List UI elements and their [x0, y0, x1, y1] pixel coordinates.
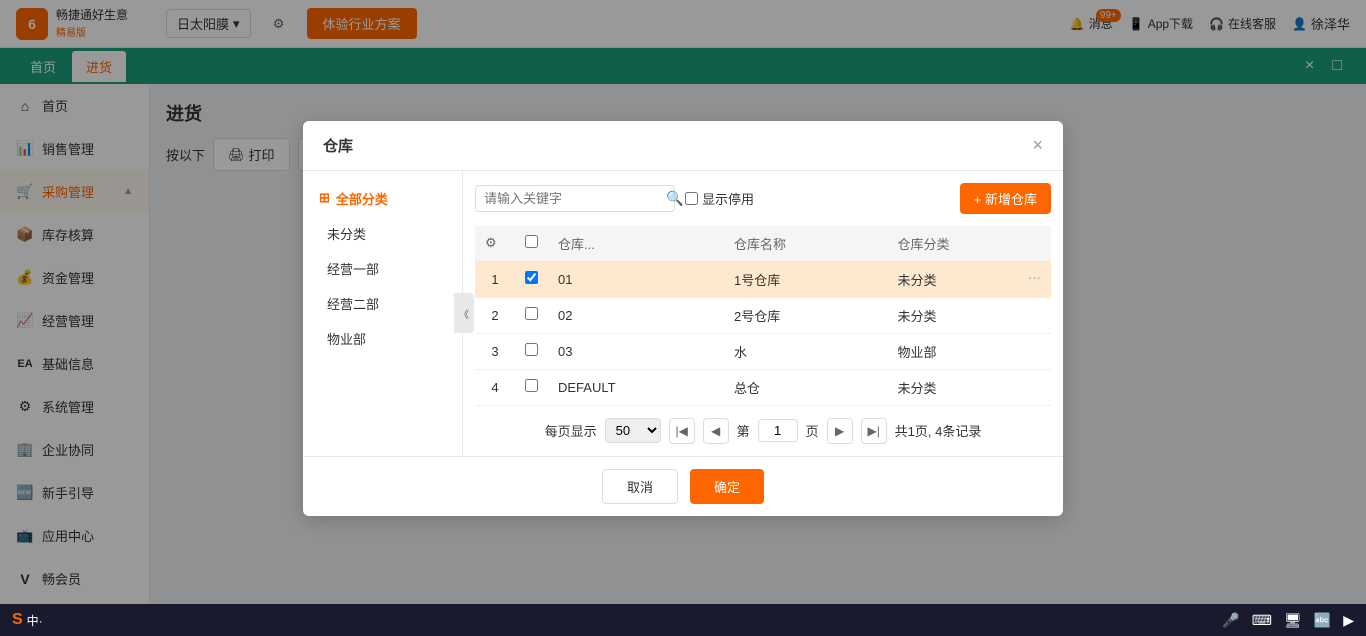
keyboard-icon[interactable]: ⌨: [1252, 612, 1272, 629]
row-category: 未分类: [888, 369, 1051, 405]
time-icon: ▶: [1343, 612, 1354, 629]
show-disabled-label[interactable]: 显示停用: [685, 189, 754, 208]
show-disabled-checkbox[interactable]: [685, 192, 698, 205]
row-code: 02: [548, 297, 724, 333]
row-actions-button[interactable]: ···: [1028, 270, 1041, 285]
row-code: DEFAULT: [548, 369, 724, 405]
search-icon[interactable]: 🔍: [666, 190, 683, 207]
table-row: 3 03 水 物业部: [475, 333, 1051, 369]
warehouse-table: ⚙ 仓库... 仓库名称 仓库: [475, 226, 1051, 406]
row-code: 03: [548, 333, 724, 369]
table-toolbar: 🔍 显示停用 + 新增仓库: [475, 183, 1051, 214]
row-checkbox-cell: [515, 261, 548, 297]
next-page-button[interactable]: ▶: [827, 418, 853, 444]
gear-col-icon[interactable]: ⚙: [485, 235, 497, 250]
category-item-property[interactable]: 物业部: [303, 321, 462, 356]
table-row: 2 02 2号仓库 未分类: [475, 297, 1051, 333]
cancel-button[interactable]: 取消: [602, 469, 678, 504]
modal-title: 仓库: [323, 135, 353, 156]
row-checkbox[interactable]: [525, 379, 538, 392]
table-row: 1 01 1号仓库 未分类 ···: [475, 261, 1051, 297]
add-warehouse-button[interactable]: + 新增仓库: [960, 183, 1051, 214]
row-checkbox-cell: [515, 297, 548, 333]
col-code: 仓库...: [548, 226, 724, 262]
col-category: 仓库分类: [888, 226, 1051, 262]
table-body: 1 01 1号仓库 未分类 ··· 2 02 2号仓库 未分类 3: [475, 261, 1051, 405]
row-number: 1: [475, 261, 515, 297]
row-number: 2: [475, 297, 515, 333]
row-checkbox-cell: [515, 369, 548, 405]
last-page-button[interactable]: ▶|: [861, 418, 887, 444]
language-icon[interactable]: 🔤: [1314, 612, 1331, 629]
all-categories-header[interactable]: ⊞ 全部分类: [303, 181, 462, 216]
category-item-ops1[interactable]: 经营一部: [303, 251, 462, 286]
first-page-button[interactable]: |◀: [669, 418, 695, 444]
row-checkbox-cell: [515, 333, 548, 369]
row-checkbox[interactable]: [525, 343, 538, 356]
search-input[interactable]: [484, 191, 660, 206]
row-category: 未分类 ···: [888, 261, 1051, 297]
table-header-row: ⚙ 仓库... 仓库名称 仓库: [475, 226, 1051, 262]
category-item-ops2[interactable]: 经营二部: [303, 286, 462, 321]
row-number: 4: [475, 369, 515, 405]
row-category: 物业部: [888, 333, 1051, 369]
modal-close-button[interactable]: ×: [1032, 135, 1043, 156]
category-item-unclassified[interactable]: 未分类: [303, 216, 462, 251]
table-panel: 🔍 显示停用 + 新增仓库 ⚙: [463, 171, 1063, 456]
select-all-checkbox[interactable]: [525, 235, 538, 248]
modal-overlay: 仓库 × ⊞ 全部分类 未分类 经营一部 经营二部 物业部 《: [0, 0, 1366, 636]
row-name: 水: [724, 333, 887, 369]
modal-header: 仓库 ×: [303, 121, 1063, 171]
row-checkbox[interactable]: [525, 271, 538, 284]
row-category: 未分类: [888, 297, 1051, 333]
warehouse-modal: 仓库 × ⊞ 全部分类 未分类 经营一部 经营二部 物业部 《: [303, 121, 1063, 516]
col-num: ⚙: [475, 226, 515, 262]
row-name: 2号仓库: [724, 297, 887, 333]
table-row: 4 DEFAULT 总仓 未分类: [475, 369, 1051, 405]
pagination: 每页显示 50 100 |◀ ◀ 第 页 ▶ ▶| 共1页, 4条记录: [475, 418, 1051, 444]
row-number: 3: [475, 333, 515, 369]
modal-body: ⊞ 全部分类 未分类 经营一部 经营二部 物业部 《 🔍: [303, 171, 1063, 456]
monitor-icon[interactable]: 🖥: [1284, 612, 1302, 629]
row-name: 1号仓库: [724, 261, 887, 297]
prev-page-button[interactable]: ◀: [703, 418, 729, 444]
confirm-button[interactable]: 确定: [690, 469, 764, 504]
row-checkbox[interactable]: [525, 307, 538, 320]
row-name: 总仓: [724, 369, 887, 405]
bottom-bar: S 中· 🎤 ⌨ 🖥 🔤 ▶: [0, 604, 1366, 636]
col-check: [515, 226, 548, 262]
search-box: 🔍: [475, 185, 675, 212]
collapse-panel-button[interactable]: 《: [454, 293, 474, 333]
page-number-input[interactable]: [758, 419, 798, 442]
col-name: 仓库名称: [724, 226, 887, 262]
category-panel: ⊞ 全部分类 未分类 经营一部 经营二部 物业部 《: [303, 171, 463, 456]
row-code: 01: [548, 261, 724, 297]
per-page-select[interactable]: 50 100: [605, 418, 661, 443]
modal-footer: 取消 确定: [303, 456, 1063, 516]
mic-icon[interactable]: 🎤: [1222, 612, 1239, 629]
bottom-logo: S 中·: [12, 611, 43, 629]
grid-icon: ⊞: [319, 190, 330, 206]
